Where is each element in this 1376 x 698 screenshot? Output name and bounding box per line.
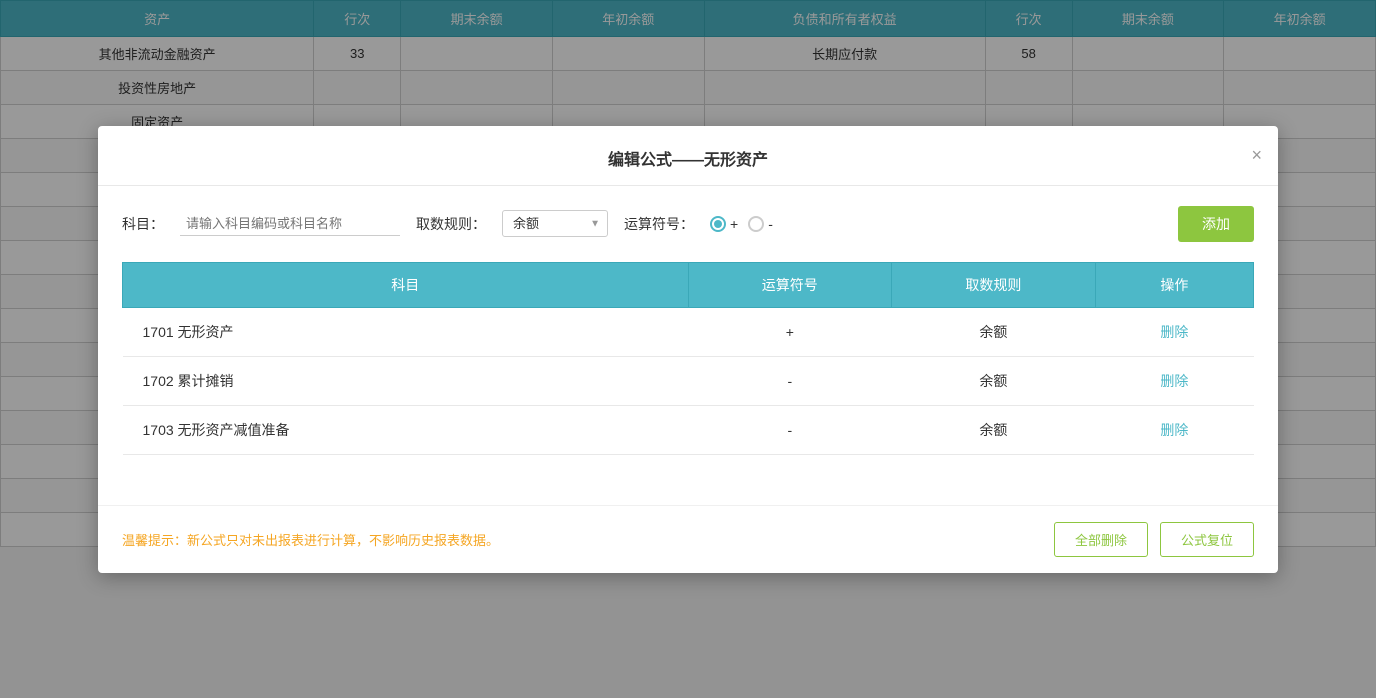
cell-subject: 1701 无形资产 xyxy=(123,307,689,356)
col-header-rule: 取数规则 xyxy=(892,262,1096,307)
operator-plus-circle[interactable] xyxy=(710,216,726,232)
formula-form-row: 科目： 取数规则： 余额 借方发生额 贷方发生额 ▼ 运算符号： + xyxy=(122,206,1254,242)
add-button[interactable]: 添加 xyxy=(1178,206,1254,242)
operator-plus-label: + xyxy=(730,216,738,232)
operator-minus-radio[interactable]: - xyxy=(748,216,773,232)
footer-tip: 温馨提示：新公式只对未出报表进行计算，不影响历史报表数据。 xyxy=(122,530,499,549)
delete-link[interactable]: 删除 xyxy=(1160,422,1188,438)
modal-footer: 温馨提示：新公式只对未出报表进行计算，不影响历史报表数据。 全部删除 公式复位 xyxy=(98,505,1278,573)
table-header-row: 科目 运算符号 取数规则 操作 xyxy=(123,262,1254,307)
cell-subject: 1703 无形资产减值准备 xyxy=(123,405,689,454)
reset-formula-button[interactable]: 公式复位 xyxy=(1160,522,1254,557)
cell-action: 删除 xyxy=(1095,405,1253,454)
cell-operator: - xyxy=(688,405,892,454)
modal-title: 编辑公式——无形资产 xyxy=(608,152,768,169)
operator-label: 运算符号： xyxy=(624,214,694,234)
cell-operator: + xyxy=(688,307,892,356)
operator-minus-label: - xyxy=(768,216,773,232)
cell-action: 删除 xyxy=(1095,307,1253,356)
cell-rule: 余额 xyxy=(892,356,1096,405)
col-header-subject: 科目 xyxy=(123,262,689,307)
table-row: 1702 累计摊销-余额 删除 xyxy=(123,356,1254,405)
rule-select[interactable]: 余额 借方发生额 贷方发生额 xyxy=(502,210,608,237)
modal-overlay: 编辑公式——无形资产 × 科目： 取数规则： 余额 借方发生额 贷方发生额 ▼ … xyxy=(0,0,1376,698)
delete-all-button[interactable]: 全部删除 xyxy=(1054,522,1148,557)
cell-rule: 余额 xyxy=(892,307,1096,356)
operator-radio-group: + - xyxy=(710,216,773,232)
formula-table: 科目 运算符号 取数规则 操作 1701 无形资产+余额删除1702 累计摊销-… xyxy=(122,262,1254,455)
modal-header: 编辑公式——无形资产 × xyxy=(98,126,1278,186)
subject-input[interactable] xyxy=(180,212,400,236)
operator-minus-circle[interactable] xyxy=(748,216,764,232)
cell-operator: - xyxy=(688,356,892,405)
col-header-action: 操作 xyxy=(1095,262,1253,307)
rule-select-wrap: 余额 借方发生额 贷方发生额 ▼ xyxy=(502,210,608,237)
cell-subject: 1702 累计摊销 xyxy=(123,356,689,405)
modal-body: 科目： 取数规则： 余额 借方发生额 贷方发生额 ▼ 运算符号： + xyxy=(98,186,1278,505)
table-row: 1701 无形资产+余额 删除 xyxy=(123,307,1254,356)
subject-label: 科目： xyxy=(122,214,164,234)
delete-link[interactable]: 删除 xyxy=(1160,324,1188,340)
cell-action: 删除 xyxy=(1095,356,1253,405)
table-row: 1703 无形资产减值准备-余额 删除 xyxy=(123,405,1254,454)
col-header-operator: 运算符号 xyxy=(688,262,892,307)
delete-link[interactable]: 删除 xyxy=(1160,373,1188,389)
cell-rule: 余额 xyxy=(892,405,1096,454)
modal-dialog: 编辑公式——无形资产 × 科目： 取数规则： 余额 借方发生额 贷方发生额 ▼ … xyxy=(98,126,1278,573)
operator-plus-radio[interactable]: + xyxy=(710,216,738,232)
modal-close-button[interactable]: × xyxy=(1251,146,1262,164)
rule-label: 取数规则： xyxy=(416,214,486,234)
footer-buttons: 全部删除 公式复位 xyxy=(1054,522,1254,557)
